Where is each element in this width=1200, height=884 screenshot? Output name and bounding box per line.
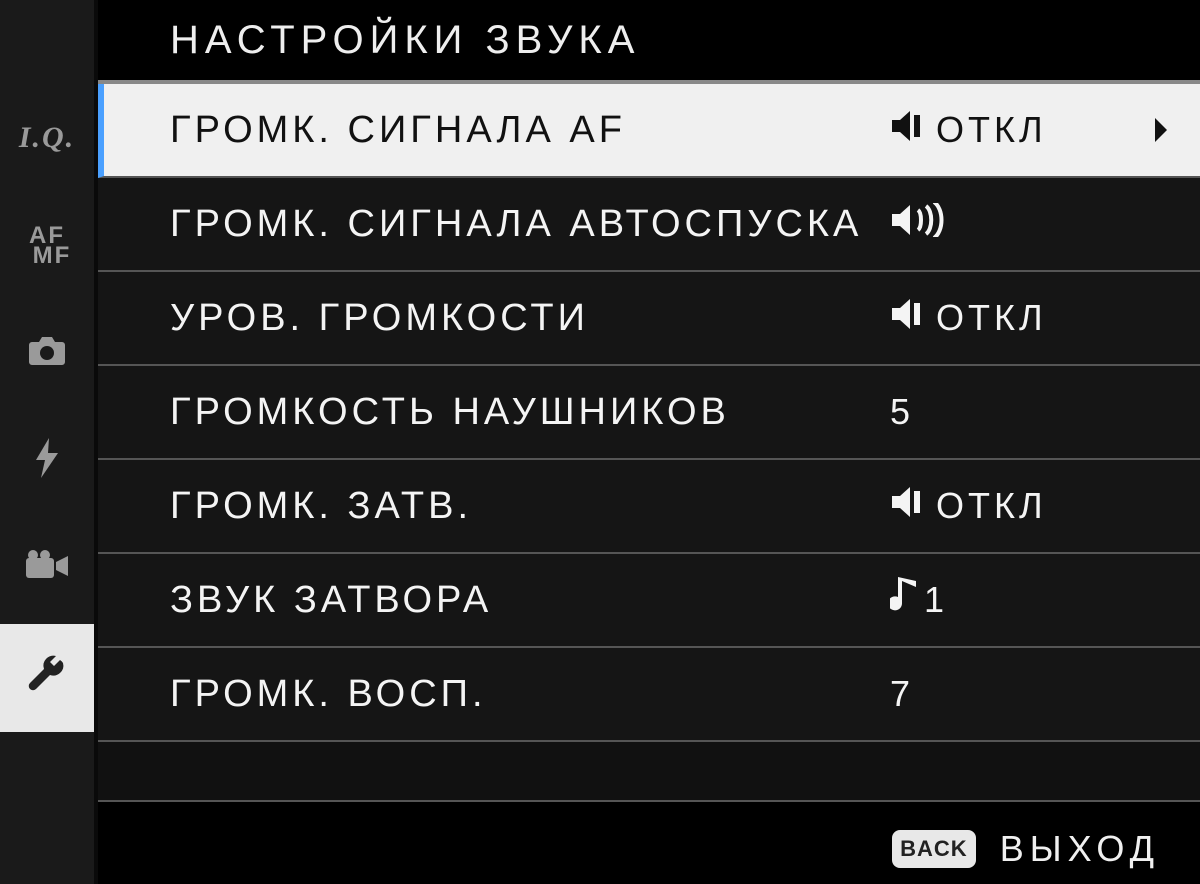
menu-row-empty xyxy=(98,742,1200,802)
menu-row-playback-volume[interactable]: ГРОМК. ВОСП. 7 xyxy=(98,648,1200,742)
speaker-loud-icon xyxy=(890,203,946,246)
chevron-right-icon xyxy=(1150,118,1170,142)
menu-main-panel: НАСТРОЙКИ ЗВУКА ГРОМК. СИГНАЛА AF ОТКЛ Г… xyxy=(98,0,1200,884)
row-value-text: 5 xyxy=(890,391,914,433)
menu-rows: ГРОМК. СИГНАЛА AF ОТКЛ ГРОМК. СИГНАЛА АВ… xyxy=(98,84,1200,802)
sidebar-tab-movie[interactable] xyxy=(0,516,94,624)
row-value: 7 xyxy=(890,673,1150,715)
speaker-mute-icon xyxy=(890,109,930,152)
menu-footer: BACK ВЫХОД xyxy=(892,828,1160,870)
row-label: УРОВ. ГРОМКОСТИ xyxy=(170,297,890,340)
row-value: 5 xyxy=(890,391,1150,433)
row-value xyxy=(890,203,1150,246)
menu-row-selftimer-beep-volume[interactable]: ГРОМК. СИГНАЛА АВТОСПУСКА xyxy=(98,178,1200,272)
row-value-text: ОТКЛ xyxy=(936,109,1047,151)
row-value: 1 xyxy=(890,577,1150,624)
row-label: ГРОМК. ВОСП. xyxy=(170,673,890,716)
sidebar-tab-iq[interactable]: I.Q. xyxy=(0,84,94,192)
row-label: ГРОМК. СИГНАЛА AF xyxy=(170,109,890,152)
menu-title: НАСТРОЙКИ ЗВУКА xyxy=(170,18,640,63)
menu-row-operation-volume[interactable]: УРОВ. ГРОМКОСТИ ОТКЛ xyxy=(98,272,1200,366)
speaker-mute-icon xyxy=(890,297,930,340)
row-value-text: 1 xyxy=(924,579,948,621)
menu-row-shutter-sound[interactable]: ЗВУК ЗАТВОРА 1 xyxy=(98,554,1200,648)
iq-label: I.Q. xyxy=(19,121,75,155)
flash-icon xyxy=(33,438,61,486)
row-label: ЗВУК ЗАТВОРА xyxy=(170,579,890,622)
row-value: ОТКЛ xyxy=(890,297,1150,340)
menu-row-shutter-volume[interactable]: ГРОМК. ЗАТВ. ОТКЛ xyxy=(98,460,1200,554)
row-label: ГРОМКОСТЬ НАУШНИКОВ xyxy=(170,391,890,434)
camera-menu-screen: I.Q. AFMF НАСТРО xyxy=(0,0,1200,884)
row-value-text: ОТКЛ xyxy=(936,485,1047,527)
sidebar-tab-afmf[interactable]: AFMF xyxy=(0,192,94,300)
movie-icon xyxy=(24,550,70,590)
row-value-text: 7 xyxy=(890,673,914,715)
afmf-label: AFMF xyxy=(23,226,72,267)
row-label: ГРОМК. ЗАТВ. xyxy=(170,485,890,528)
back-button-badge[interactable]: BACK xyxy=(892,830,976,868)
note-icon xyxy=(890,577,918,624)
sidebar-tab-shooting[interactable] xyxy=(0,300,94,408)
menu-row-af-beep-volume[interactable]: ГРОМК. СИГНАЛА AF ОТКЛ xyxy=(98,84,1200,178)
row-value: ОТКЛ xyxy=(890,109,1150,152)
menu-header: НАСТРОЙКИ ЗВУКА xyxy=(98,0,1200,80)
sidebar-tab-setup[interactable] xyxy=(0,624,94,732)
row-value: ОТКЛ xyxy=(890,485,1150,528)
sidebar-tab-flash[interactable] xyxy=(0,408,94,516)
camera-icon xyxy=(26,334,68,374)
menu-row-headphone-volume[interactable]: ГРОМКОСТЬ НАУШНИКОВ 5 xyxy=(98,366,1200,460)
row-value-text: ОТКЛ xyxy=(936,297,1047,339)
wrench-icon xyxy=(27,654,67,702)
row-label: ГРОМК. СИГНАЛА АВТОСПУСКА xyxy=(170,203,890,246)
speaker-mute-icon xyxy=(890,485,930,528)
menu-tab-sidebar: I.Q. AFMF xyxy=(0,0,98,884)
exit-label: ВЫХОД xyxy=(1000,828,1160,870)
